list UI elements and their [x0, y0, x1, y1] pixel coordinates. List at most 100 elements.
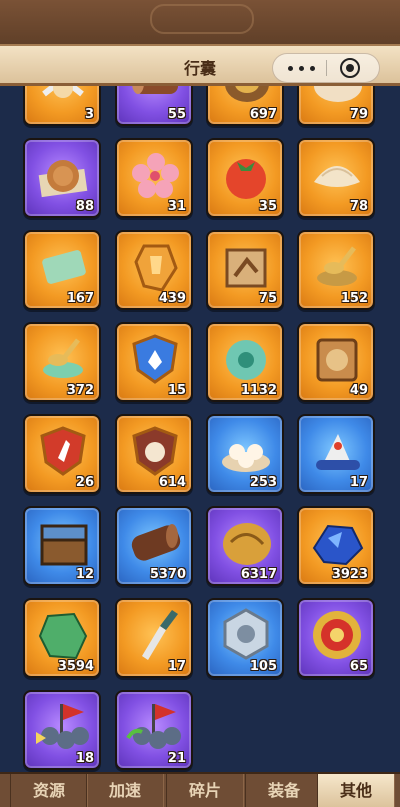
inventory-slot[interactable]: 152: [297, 230, 375, 310]
mooncake-icon: [38, 160, 88, 198]
treasure-chest-icon: [40, 524, 88, 566]
blue-shield-icon: [132, 334, 178, 384]
tab-0[interactable]: 资源: [10, 774, 88, 807]
jade-crystal-icon: [38, 612, 88, 660]
inventory-slot[interactable]: 65: [297, 598, 375, 678]
red-shield-icon: [40, 426, 86, 476]
inventory-grid[interactable]: 3 55 697 79 88 31 35 78 167 439 75 152 372 15 1132 49 26…: [0, 86, 400, 772]
silver-badge-icon: [223, 608, 269, 660]
item-count: 1132: [240, 383, 277, 398]
inventory-slot[interactable]: 105: [206, 598, 284, 678]
item-count: 3594: [57, 659, 94, 674]
inventory-slot[interactable]: 26: [23, 414, 101, 494]
inventory-slot[interactable]: 21: [115, 690, 193, 770]
inventory-slot[interactable]: 439: [115, 230, 193, 310]
gold-ore-icon: [223, 523, 271, 565]
puzzle-piece-icon: [225, 248, 267, 288]
inventory-slot[interactable]: 49: [297, 322, 375, 402]
item-count: 17: [167, 659, 186, 674]
item-count: 3: [84, 107, 94, 122]
item-count: 88: [75, 199, 94, 214]
inventory-slot[interactable]: 614: [115, 414, 193, 494]
scroll-token-icon: [316, 338, 358, 382]
item-count: 55: [167, 107, 186, 122]
tab-1[interactable]: 加速: [86, 774, 164, 807]
tab-2[interactable]: 碎片: [166, 774, 244, 807]
item-count: 31: [167, 199, 186, 214]
inventory-slot[interactable]: 167: [23, 230, 101, 310]
item-count: 3923: [331, 567, 368, 582]
inventory-slot[interactable]: 88: [23, 138, 101, 218]
army-advance-icon: [36, 704, 89, 749]
army-return-icon: [126, 704, 181, 749]
inventory-slot[interactable]: 18: [23, 690, 101, 770]
item-count: 26: [75, 475, 94, 490]
steamed-buns-icon: [222, 444, 270, 472]
item-count: 18: [75, 751, 94, 766]
inventory-slot[interactable]: 1132: [206, 322, 284, 402]
item-count: 439: [158, 291, 186, 306]
inventory-slot[interactable]: 3594: [23, 598, 101, 678]
top-ornament: [0, 0, 400, 48]
item-count: 21: [167, 751, 186, 766]
inventory-slot[interactable]: 372: [23, 322, 101, 402]
item-count: 105: [249, 659, 277, 674]
inventory-slot[interactable]: 3923: [297, 506, 375, 586]
item-count: 697: [249, 107, 277, 122]
item-count: 79: [349, 107, 368, 122]
item-count: 253: [249, 475, 277, 490]
jade-ladle-icon: [43, 338, 83, 378]
inventory-slot[interactable]: 35: [206, 138, 284, 218]
item-count: 614: [158, 475, 186, 490]
inventory-slot[interactable]: 79: [297, 86, 375, 126]
item-count: 35: [258, 199, 277, 214]
item-count: 17: [349, 475, 368, 490]
inventory-slot[interactable]: 78: [297, 138, 375, 218]
inventory-slot[interactable]: 17: [297, 414, 375, 494]
inventory-slot[interactable]: 31: [115, 138, 193, 218]
item-count: 49: [349, 383, 368, 398]
title-bar: 行囊: [0, 44, 400, 86]
emblem-shield-icon: [132, 426, 178, 476]
peach-blossom-icon: [132, 153, 179, 198]
red-medal-icon: [313, 611, 361, 659]
capsule-divider: [326, 60, 327, 76]
inventory-slot[interactable]: 55: [115, 86, 193, 126]
persimmon-icon: [226, 159, 266, 199]
crossed-swords-icon: [42, 86, 84, 98]
inventory-slot[interactable]: 12: [23, 506, 101, 586]
dagger-icon: [142, 610, 178, 660]
close-target-icon[interactable]: [340, 58, 360, 78]
jade-dragon-icon: [226, 340, 266, 380]
sapphire-ore-icon: [312, 524, 364, 566]
feather-headdress-icon: [316, 434, 360, 470]
item-count: 167: [66, 291, 94, 306]
inventory-slot[interactable]: 697: [206, 86, 284, 126]
item-count: 12: [75, 567, 94, 582]
item-count: 15: [167, 383, 186, 398]
tab-3[interactable]: 装备: [245, 774, 323, 807]
inventory-slot[interactable]: 5370: [115, 506, 193, 586]
category-tab-bar: 资源 加速 碎片 装备 其他: [0, 772, 400, 807]
item-count: 372: [66, 383, 94, 398]
item-count: 75: [258, 291, 277, 306]
jade-tablet-icon: [42, 250, 86, 284]
inventory-slot[interactable]: 75: [206, 230, 284, 310]
item-count: 6317: [240, 567, 277, 582]
item-count: 78: [349, 199, 368, 214]
mini-program-capsule: [272, 53, 380, 83]
inventory-slot[interactable]: 253: [206, 414, 284, 494]
inventory-slot[interactable]: 3: [23, 86, 101, 126]
inventory-slot[interactable]: 6317: [206, 506, 284, 586]
amber-gem-icon: [134, 244, 178, 292]
tab-4[interactable]: 其他: [317, 774, 395, 807]
item-count: 65: [349, 659, 368, 674]
inventory-slot[interactable]: 17: [115, 598, 193, 678]
golden-ladle-icon: [317, 246, 357, 286]
item-count: 152: [340, 291, 368, 306]
inventory-slot[interactable]: 15: [115, 322, 193, 402]
item-count: 5370: [149, 567, 186, 582]
more-dots-icon[interactable]: [285, 57, 319, 77]
dumpling-icon: [314, 166, 360, 187]
timber-log-icon: [131, 524, 181, 561]
